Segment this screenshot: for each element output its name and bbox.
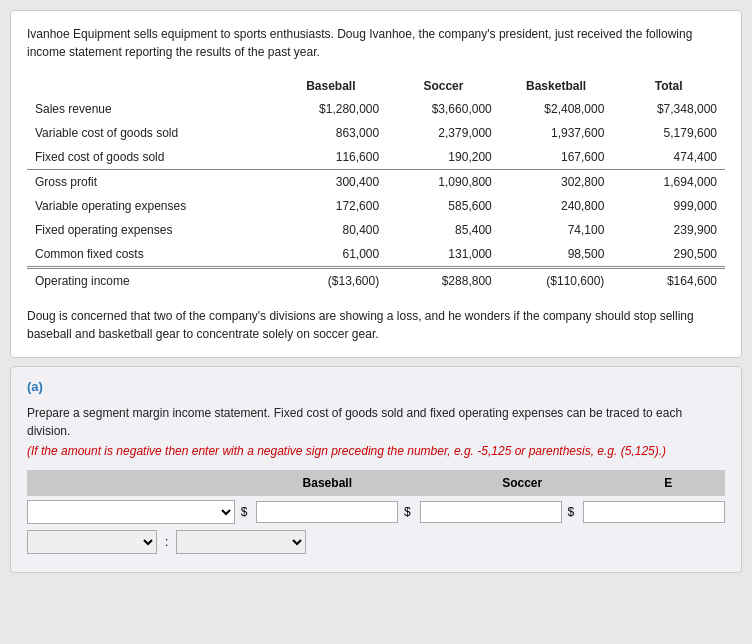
cell-total: $164,600 bbox=[612, 268, 725, 294]
cell-baseball: 863,000 bbox=[275, 121, 388, 145]
income-table: Baseball Soccer Basketball Total Sales r… bbox=[27, 75, 725, 293]
cell-basketball: 1,937,600 bbox=[500, 121, 613, 145]
instruction-red: (If the amount is negative then enter wi… bbox=[27, 444, 725, 458]
table-row: Operating income($13,600)$288,800($110,6… bbox=[27, 268, 725, 294]
col-header-total: Total bbox=[612, 75, 725, 97]
cell-total: 5,179,600 bbox=[612, 121, 725, 145]
col-header-label bbox=[27, 75, 275, 97]
table-row: Variable cost of goods sold863,0002,379,… bbox=[27, 121, 725, 145]
cell-baseball: 80,400 bbox=[275, 218, 388, 242]
cell-total: $7,348,000 bbox=[612, 97, 725, 121]
outro-text: Doug is concerned that two of the compan… bbox=[27, 307, 725, 343]
row1-dollar1: $ bbox=[241, 505, 248, 519]
segment-row-2: : bbox=[27, 530, 725, 554]
cell-label: Operating income bbox=[27, 268, 275, 294]
cell-basketball: 240,800 bbox=[500, 194, 613, 218]
cell-baseball: 300,400 bbox=[275, 170, 388, 195]
cell-label: Variable cost of goods sold bbox=[27, 121, 275, 145]
cell-baseball: ($13,600) bbox=[275, 268, 388, 294]
row1-dollar3: $ bbox=[568, 505, 575, 519]
seg-header-baseball: Baseball bbox=[230, 476, 425, 490]
cell-label: Variable operating expenses bbox=[27, 194, 275, 218]
cell-soccer: 131,000 bbox=[387, 242, 500, 268]
seg-header-label bbox=[35, 476, 230, 490]
intro-text: Ivanhoe Equipment sells equipment to spo… bbox=[27, 25, 725, 61]
cell-soccer: 1,090,800 bbox=[387, 170, 500, 195]
cell-basketball: 302,800 bbox=[500, 170, 613, 195]
table-row: Sales revenue$1,280,000$3,660,000$2,408,… bbox=[27, 97, 725, 121]
col-header-baseball: Baseball bbox=[275, 75, 388, 97]
segment-row-1: $ $ $ bbox=[27, 500, 725, 524]
cell-basketball: 167,600 bbox=[500, 145, 613, 170]
cell-total: 1,694,000 bbox=[612, 170, 725, 195]
segment-table-header: Baseball Soccer E bbox=[27, 470, 725, 496]
income-statement-card: Ivanhoe Equipment sells equipment to spo… bbox=[10, 10, 742, 358]
cell-basketball: 98,500 bbox=[500, 242, 613, 268]
row1-dropdown[interactable] bbox=[27, 500, 235, 524]
cell-total: 290,500 bbox=[612, 242, 725, 268]
cell-basketball: ($110,600) bbox=[500, 268, 613, 294]
cell-total: 239,900 bbox=[612, 218, 725, 242]
cell-label: Fixed operating expenses bbox=[27, 218, 275, 242]
cell-baseball: 61,000 bbox=[275, 242, 388, 268]
colon-separator: : bbox=[163, 535, 170, 549]
row1-dollar2: $ bbox=[404, 505, 411, 519]
cell-soccer: 190,200 bbox=[387, 145, 500, 170]
cell-label: Sales revenue bbox=[27, 97, 275, 121]
cell-basketball: $2,408,000 bbox=[500, 97, 613, 121]
cell-soccer: 585,600 bbox=[387, 194, 500, 218]
row1-input3[interactable] bbox=[583, 501, 725, 523]
cell-baseball: $1,280,000 bbox=[275, 97, 388, 121]
table-row: Common fixed costs61,000131,00098,500290… bbox=[27, 242, 725, 268]
seg-header-soccer: Soccer bbox=[425, 476, 620, 490]
row2-dropdown1[interactable] bbox=[27, 530, 157, 554]
row1-input1[interactable] bbox=[256, 501, 398, 523]
table-row: Fixed operating expenses80,40085,40074,1… bbox=[27, 218, 725, 242]
seg-header-e: E bbox=[620, 476, 717, 490]
cell-total: 474,400 bbox=[612, 145, 725, 170]
col-header-soccer: Soccer bbox=[387, 75, 500, 97]
instruction-text: Prepare a segment margin income statemen… bbox=[27, 404, 725, 440]
section-a-label: (a) bbox=[27, 379, 725, 394]
col-header-basketball: Basketball bbox=[500, 75, 613, 97]
cell-soccer: 2,379,000 bbox=[387, 121, 500, 145]
row2-dropdown2[interactable] bbox=[176, 530, 306, 554]
cell-soccer: $288,800 bbox=[387, 268, 500, 294]
cell-baseball: 172,600 bbox=[275, 194, 388, 218]
cell-basketball: 74,100 bbox=[500, 218, 613, 242]
cell-baseball: 116,600 bbox=[275, 145, 388, 170]
table-row: Variable operating expenses172,600585,60… bbox=[27, 194, 725, 218]
cell-soccer: $3,660,000 bbox=[387, 97, 500, 121]
table-row: Gross profit300,4001,090,800302,8001,694… bbox=[27, 170, 725, 195]
row1-input2[interactable] bbox=[420, 501, 562, 523]
section-a-card: (a) Prepare a segment margin income stat… bbox=[10, 366, 742, 573]
table-row: Fixed cost of goods sold116,600190,20016… bbox=[27, 145, 725, 170]
cell-label: Fixed cost of goods sold bbox=[27, 145, 275, 170]
cell-soccer: 85,400 bbox=[387, 218, 500, 242]
cell-total: 999,000 bbox=[612, 194, 725, 218]
cell-label: Gross profit bbox=[27, 170, 275, 195]
cell-label: Common fixed costs bbox=[27, 242, 275, 268]
